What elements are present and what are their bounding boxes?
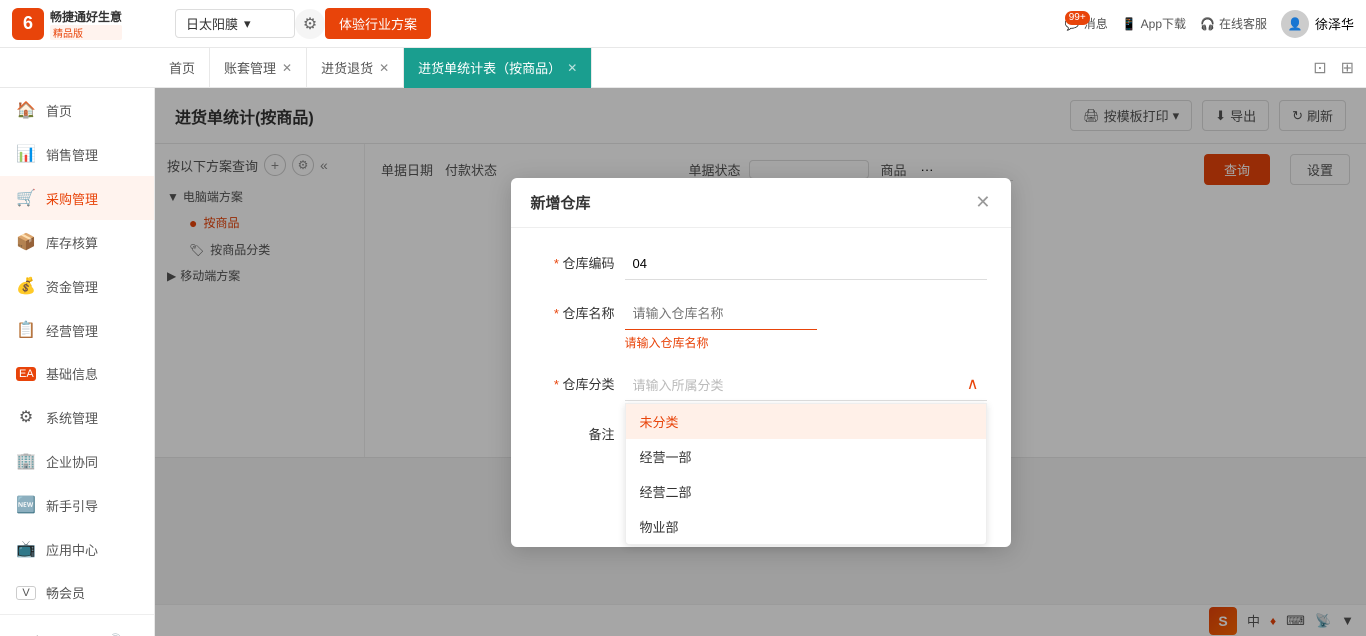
- code-input[interactable]: [625, 248, 987, 280]
- modal-body: 仓库编码 仓库名称 请输入仓库名称 仓库分类: [511, 228, 1011, 485]
- sidebar-item-inventory[interactable]: 📦 库存核算: [0, 220, 154, 264]
- sidebar-item-basic[interactable]: EA 基础信息: [0, 352, 154, 395]
- sidebar-item-purchase[interactable]: 🛒 采购管理: [0, 176, 154, 220]
- sidebar-audio-button[interactable]: 🔊: [90, 623, 138, 636]
- sidebar-item-enterprise[interactable]: 🏢 企业协同: [0, 439, 154, 483]
- purchase-icon: 🛒: [16, 188, 36, 208]
- category-placeholder: 请输入所属分类: [633, 375, 724, 394]
- sidebar-item-home[interactable]: 🏠 首页: [0, 88, 154, 132]
- tab-account[interactable]: 账套管理 ✕: [210, 48, 307, 88]
- sidebar-bottom: ⚙ 🔊: [0, 614, 154, 636]
- category-dropdown: 未分类 经营一部 经营二部 物业部: [625, 403, 987, 545]
- online-service-button[interactable]: 🎧 在线客服: [1200, 15, 1267, 32]
- message-button[interactable]: 💬 99+ 消息: [1065, 15, 1108, 32]
- tab-home[interactable]: 首页: [155, 48, 210, 88]
- settings-gear-button[interactable]: ⚙: [295, 9, 325, 39]
- sidebar-item-apps[interactable]: 📺 应用中心: [0, 527, 154, 571]
- tab-minimize-button[interactable]: ⊡: [1309, 56, 1330, 80]
- operations-icon: 📋: [16, 320, 36, 340]
- inventory-icon: 📦: [16, 232, 36, 252]
- tab-close-account[interactable]: ✕: [282, 61, 292, 75]
- logo-text: 畅捷通好生意 精品版: [50, 8, 122, 40]
- finance-icon: 💰: [16, 276, 36, 296]
- user-info[interactable]: 👤 徐泽华: [1281, 10, 1354, 38]
- dropdown-item-property[interactable]: 物业部: [626, 509, 986, 544]
- tab-expand-button[interactable]: ⊞: [1337, 56, 1358, 80]
- dropdown-item-dept2[interactable]: 经营二部: [626, 474, 986, 509]
- store-selector[interactable]: 日太阳膜 ▾: [175, 9, 295, 38]
- dropdown-item-dept1[interactable]: 经营一部: [626, 439, 986, 474]
- enterprise-icon: 🏢: [16, 451, 36, 471]
- name-label: 仓库名称: [535, 298, 615, 330]
- form-row-category: 仓库分类 请输入所属分类 ∧ 未分类 经营一部 经营二部 物业: [535, 369, 987, 401]
- tab-close-purchase-stats[interactable]: ✕: [567, 61, 577, 75]
- sidebar-settings-button[interactable]: ⚙: [16, 623, 60, 636]
- modal-header: 新增仓库 ✕: [511, 178, 1011, 228]
- logo-area: 6 畅捷通好生意 精品版: [12, 8, 167, 40]
- name-input[interactable]: [625, 298, 817, 330]
- name-error-msg: 请输入仓库名称: [625, 334, 709, 351]
- category-label: 仓库分类: [535, 369, 615, 401]
- main-layout: 🏠 首页 📊 销售管理 🛒 采购管理 📦 库存核算 💰 资金管理 📋 经营管理 …: [0, 88, 1366, 636]
- headset-icon: 🎧: [1200, 17, 1215, 31]
- form-row-code: 仓库编码: [535, 248, 987, 280]
- phone-icon: 📱: [1122, 17, 1137, 31]
- tab-purchase-stats[interactable]: 进货单统计表（按商品） ✕: [404, 48, 592, 88]
- tab-right-controls: ⊡ ⊞: [1309, 56, 1366, 80]
- form-row-name: 仓库名称 请输入仓库名称: [535, 298, 987, 351]
- experience-button[interactable]: 体验行业方案: [325, 8, 431, 39]
- category-arrow-icon: ∧: [967, 374, 979, 394]
- system-icon: ⚙: [16, 407, 36, 427]
- modal-title: 新增仓库: [531, 192, 591, 213]
- sales-icon: 📊: [16, 144, 36, 164]
- sidebar-item-sales[interactable]: 📊 销售管理: [0, 132, 154, 176]
- sidebar-item-system[interactable]: ⚙ 系统管理: [0, 395, 154, 439]
- app-download-button[interactable]: 📱 App下载: [1122, 15, 1186, 32]
- category-select[interactable]: 请输入所属分类 ∧: [625, 369, 987, 401]
- user-avatar: 👤: [1281, 10, 1309, 38]
- sidebar: 🏠 首页 📊 销售管理 🛒 采购管理 📦 库存核算 💰 资金管理 📋 经营管理 …: [0, 88, 155, 636]
- new-warehouse-modal: 新增仓库 ✕ 仓库编码 仓库名称 请输入仓库名称: [511, 178, 1011, 547]
- code-label: 仓库编码: [535, 248, 615, 280]
- tab-bar: 首页 账套管理 ✕ 进货退货 ✕ 进货单统计表（按商品） ✕ ⊡ ⊞: [0, 48, 1366, 88]
- tab-close-purchase-return[interactable]: ✕: [379, 61, 389, 75]
- category-select-wrapper: 请输入所属分类 ∧ 未分类 经营一部 经营二部 物业部: [625, 369, 987, 401]
- content-area: 进货单统计(按商品) 🖨 按模板打印 ▾ ⬇ 导出 ↻ 刷新: [155, 88, 1366, 636]
- app-logo-icon: 6: [12, 8, 44, 40]
- sidebar-item-finance[interactable]: 💰 资金管理: [0, 264, 154, 308]
- modal-overlay: 新增仓库 ✕ 仓库编码 仓库名称 请输入仓库名称: [155, 88, 1366, 636]
- basic-icon: EA: [16, 367, 36, 381]
- top-header: 6 畅捷通好生意 精品版 日太阳膜 ▾ ⚙ 体验行业方案 💬 99+ 消息 📱 …: [0, 0, 1366, 48]
- store-dropdown-icon: ▾: [244, 16, 251, 32]
- sidebar-item-operations[interactable]: 📋 经营管理: [0, 308, 154, 352]
- dropdown-item-uncategorized[interactable]: 未分类: [626, 404, 986, 439]
- member-icon: V: [16, 586, 36, 600]
- tab-purchase-return[interactable]: 进货退货 ✕: [307, 48, 404, 88]
- modal-close-button[interactable]: ✕: [975, 192, 990, 213]
- note-label: 备注: [535, 419, 615, 451]
- guide-icon: 🆕: [16, 495, 36, 515]
- apps-icon: 📺: [16, 539, 36, 559]
- home-icon: 🏠: [16, 100, 36, 120]
- sidebar-item-guide[interactable]: 🆕 新手引导: [0, 483, 154, 527]
- sidebar-item-member[interactable]: V 畅会员: [0, 571, 154, 614]
- header-actions: 💬 99+ 消息 📱 App下载 🎧 在线客服 👤 徐泽华: [1065, 10, 1354, 38]
